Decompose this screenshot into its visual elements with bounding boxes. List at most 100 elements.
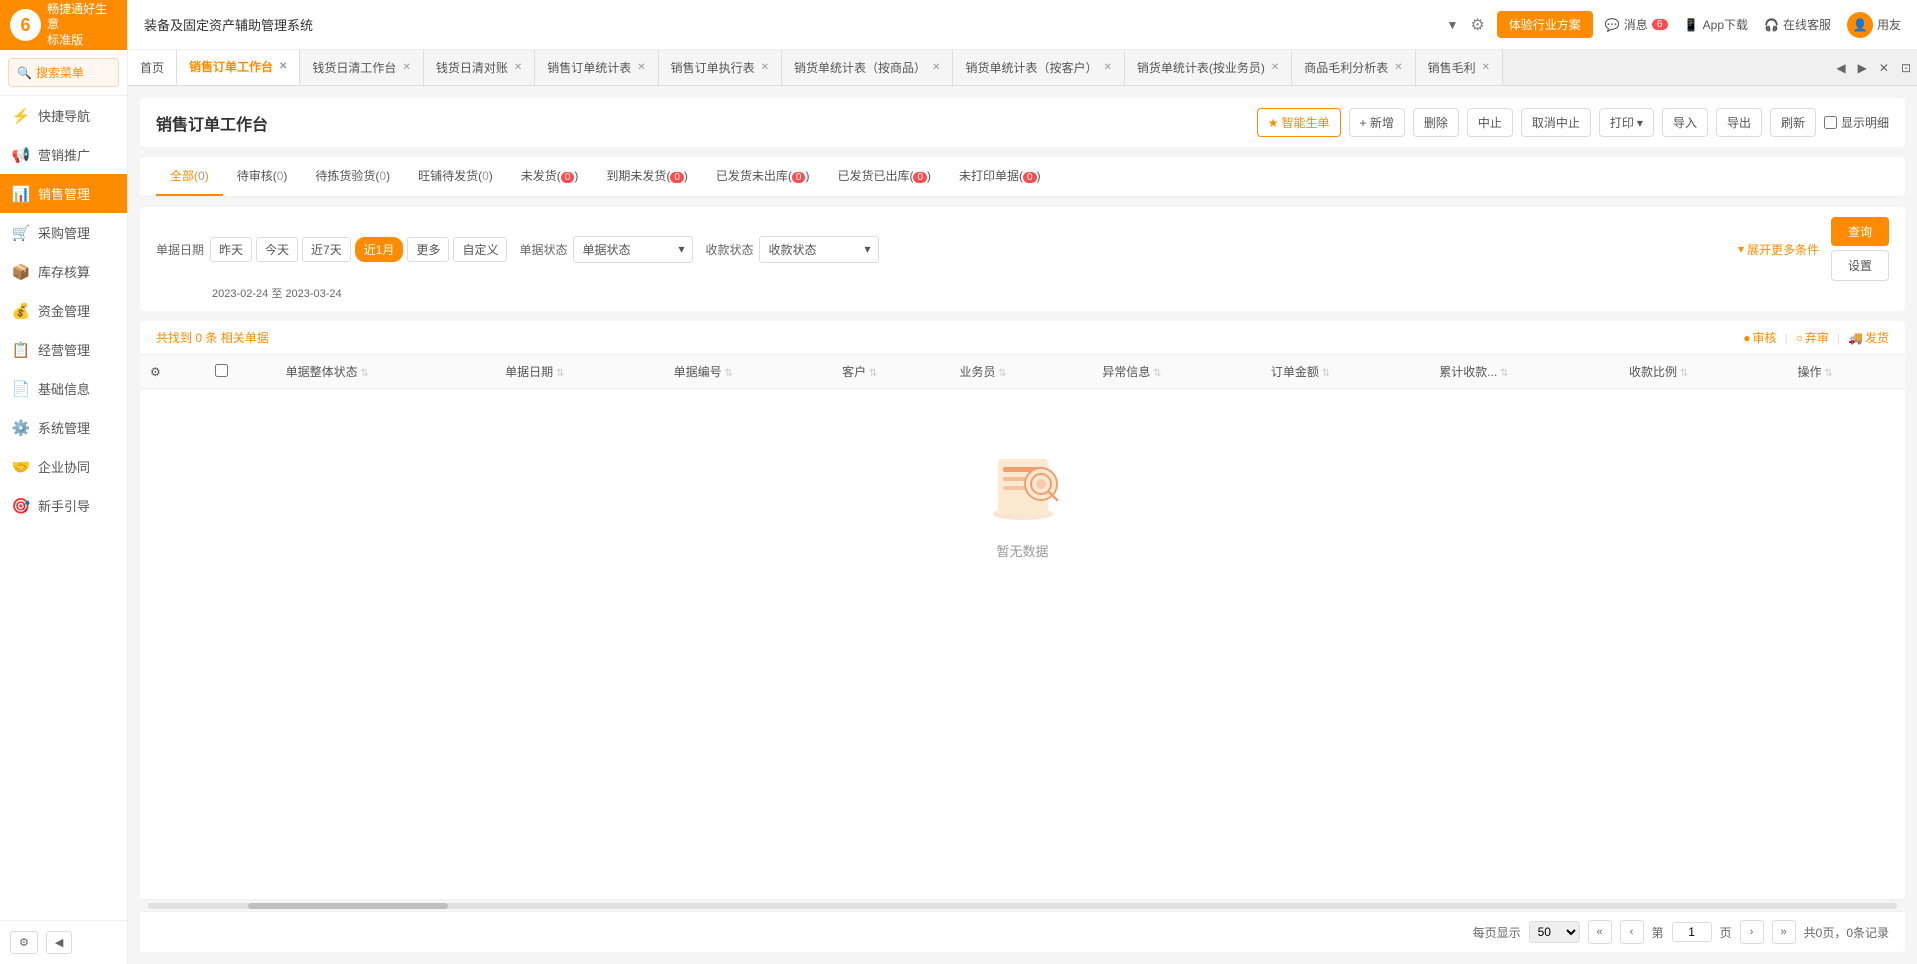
tab-cash-daily-clear[interactable]: 钱货日清工作台✕ (300, 50, 423, 86)
col-header-customer[interactable]: 客户 (832, 355, 949, 389)
tab-close-sales-stats-by-product[interactable]: ✕ (932, 62, 940, 73)
sidebar-item-enterprise-coop[interactable]: 🤝 企业协同 (0, 447, 127, 486)
tab-cash-goods-reconcile[interactable]: 钱货日清对账✕ (424, 50, 535, 86)
review-button[interactable]: ● 审核 (1743, 329, 1776, 346)
page-input[interactable] (1672, 922, 1712, 942)
date-btn-自定义[interactable]: 自定义 (453, 237, 507, 262)
smart-create-button[interactable]: ★ 智能生单 (1257, 108, 1341, 137)
tab-scroll-left[interactable]: ◀ (1830, 50, 1851, 86)
sidebar-item-basic-info[interactable]: 📄 基础信息 (0, 369, 127, 408)
tab-sales-stats-by-product[interactable]: 销货单统计表（按商品）✕ (782, 50, 953, 86)
collapse-sidebar-button[interactable]: ◀ (46, 931, 72, 954)
payment-select[interactable]: 收款状态 ▾ (759, 236, 879, 263)
show-details-checkbox[interactable] (1824, 116, 1837, 129)
col-header-status[interactable]: 单据整体状态 (276, 355, 496, 389)
date-btn-昨天[interactable]: 昨天 (210, 237, 252, 262)
col-header-date[interactable]: 单据日期 (495, 355, 663, 389)
app-download-item[interactable]: 📱 App下载 (1684, 16, 1748, 33)
tab-close-cash-daily-clear[interactable]: ✕ (402, 62, 410, 73)
tab-close-all[interactable]: ✕ (1873, 50, 1895, 86)
scrollbar-track[interactable] (148, 903, 1897, 909)
col-header-exception[interactable]: 异常信息 (1092, 355, 1260, 389)
settings-button[interactable]: 设置 (1831, 250, 1889, 281)
sidebar-item-marketing[interactable]: 📢 营销推广 (0, 135, 127, 174)
tab-sales-order-exec[interactable]: 销售订单执行表✕ (659, 50, 782, 86)
tab-sales-order-workbench[interactable]: 销售订单工作台✕ (177, 50, 300, 86)
sidebar-item-inventory-check[interactable]: 📦 库存核算 (0, 252, 127, 291)
col-header-received[interactable]: 累计收款... (1429, 355, 1619, 389)
per-page-select[interactable]: 50 100 200 (1529, 921, 1580, 943)
scrollbar-thumb[interactable] (248, 903, 448, 909)
filter-tab-wangpu-pending-ship[interactable]: 旺铺待发货(0) (404, 157, 507, 196)
col-header-number[interactable]: 单据编号 (664, 355, 832, 389)
filter-tab-not-shipped[interactable]: 未发货(0) (507, 157, 593, 196)
sidebar-item-business-mgmt[interactable]: 📋 经营管理 (0, 330, 127, 369)
tab-close-sales-profit[interactable]: ✕ (1482, 62, 1490, 73)
sidebar-item-finance-mgmt[interactable]: 💰 资金管理 (0, 291, 127, 330)
tab-sales-order-stats[interactable]: 销售订单统计表✕ (535, 50, 658, 86)
add-button[interactable]: + 新增 (1349, 108, 1405, 137)
cancel-stop-button[interactable]: 取消中止 (1521, 108, 1591, 137)
first-page-btn[interactable]: « (1588, 920, 1612, 944)
stop-button[interactable]: 中止 (1467, 108, 1513, 137)
horizontal-scrollbar[interactable] (140, 899, 1905, 911)
user-item[interactable]: 👤 用友 (1847, 12, 1901, 38)
tab-sales-stats-by-customer[interactable]: 销货单统计表（按客户）✕ (953, 50, 1124, 86)
sidebar-item-quick-nav[interactable]: ⚡ 快捷导航 (0, 96, 127, 135)
tab-close-product-margin[interactable]: ✕ (1394, 62, 1402, 73)
col-header-amount[interactable]: 订单金额 (1261, 355, 1429, 389)
sidebar-item-sales-mgmt[interactable]: 📊 销售管理 (0, 174, 127, 213)
tab-close-sales-order-workbench[interactable]: ✕ (279, 61, 287, 72)
tab-expand[interactable]: ⊡ (1895, 50, 1917, 86)
date-btn-近7天[interactable]: 近7天 (302, 237, 351, 262)
tab-product-margin[interactable]: 商品毛利分析表✕ (1292, 50, 1415, 86)
prev-page-btn[interactable]: ‹ (1620, 920, 1644, 944)
col-header-salesperson[interactable]: 业务员 (949, 355, 1092, 389)
sidebar-item-purchase-mgmt[interactable]: 🛒 采购管理 (0, 213, 127, 252)
show-details-label[interactable]: 显示明细 (1824, 114, 1889, 131)
refresh-button[interactable]: 刷新 (1770, 108, 1816, 137)
tab-close-sales-order-stats[interactable]: ✕ (637, 62, 645, 73)
delete-button[interactable]: 删除 (1413, 108, 1459, 137)
expand-conditions-button[interactable]: ▾ 展开更多条件 (1738, 241, 1819, 258)
import-button[interactable]: 导入 (1662, 108, 1708, 137)
filter-tab-pending-review[interactable]: 待审核(0) (223, 157, 302, 196)
date-btn-更多[interactable]: 更多 (407, 237, 449, 262)
print-button[interactable]: 打印 ▾ (1599, 108, 1654, 137)
online-service-item[interactable]: 🎧 在线客服 (1764, 16, 1831, 33)
tab-home[interactable]: 首页 (128, 50, 177, 86)
tab-close-cash-goods-reconcile[interactable]: ✕ (514, 62, 522, 73)
query-button[interactable]: 查询 (1831, 217, 1889, 246)
filter-tab-shipped-not-out[interactable]: 已发货未出库(0) (702, 157, 824, 196)
ship-button[interactable]: 🚚 发货 (1848, 329, 1889, 346)
col-header-ratio[interactable]: 收款比例 (1619, 355, 1787, 389)
col-settings-icon[interactable]: ⚙ (150, 365, 161, 379)
topbar-gear-icon[interactable]: ⚙ (1470, 15, 1484, 35)
tab-close-sales-order-exec[interactable]: ✕ (761, 62, 769, 73)
industry-btn[interactable]: 体验行业方案 (1497, 11, 1593, 38)
tab-sales-stats-by-salesperson[interactable]: 销货单统计表(按业务员)✕ (1125, 50, 1292, 86)
export-button[interactable]: 导出 (1716, 108, 1762, 137)
message-item[interactable]: 💬 消息 6 (1605, 16, 1668, 33)
last-page-btn[interactable]: » (1772, 920, 1796, 944)
date-btn-今天[interactable]: 今天 (256, 237, 298, 262)
select-all-checkbox[interactable] (215, 364, 228, 377)
table-scroll[interactable]: ⚙单据整体状态单据日期单据编号客户业务员异常信息订单金额累计收款...收款比例操… (140, 355, 1905, 899)
tab-close-sales-stats-by-customer[interactable]: ✕ (1103, 62, 1111, 73)
reject-button[interactable]: ○ 弃审 (1796, 329, 1829, 346)
filter-tab-overdue-not-shipped[interactable]: 到期未发货(0) (592, 157, 702, 196)
filter-tab-shipped-out[interactable]: 已发货已出库(0) (823, 157, 945, 196)
settings-bottom-button[interactable]: ⚙ (10, 931, 38, 954)
filter-tab-all[interactable]: 全部(0) (156, 157, 223, 196)
tab-scroll-right[interactable]: ▶ (1852, 50, 1873, 86)
system-dropdown[interactable]: ▼ (1446, 18, 1458, 32)
sidebar-item-new-guide[interactable]: 🎯 新手引导 (0, 486, 127, 525)
search-menu-button[interactable]: 🔍 搜索菜单 (8, 58, 119, 87)
status-select[interactable]: 单据状态 ▾ (573, 236, 693, 263)
sidebar-item-system-mgmt[interactable]: ⚙️ 系统管理 (0, 408, 127, 447)
tab-sales-profit[interactable]: 销售毛利✕ (1416, 50, 1503, 86)
date-btn-近1月[interactable]: 近1月 (355, 237, 404, 262)
filter-tab-pending-inspect[interactable]: 待拣货验货(0) (301, 157, 404, 196)
next-page-btn[interactable]: › (1740, 920, 1764, 944)
filter-tab-not-printed[interactable]: 未打印单据(0) (945, 157, 1055, 196)
